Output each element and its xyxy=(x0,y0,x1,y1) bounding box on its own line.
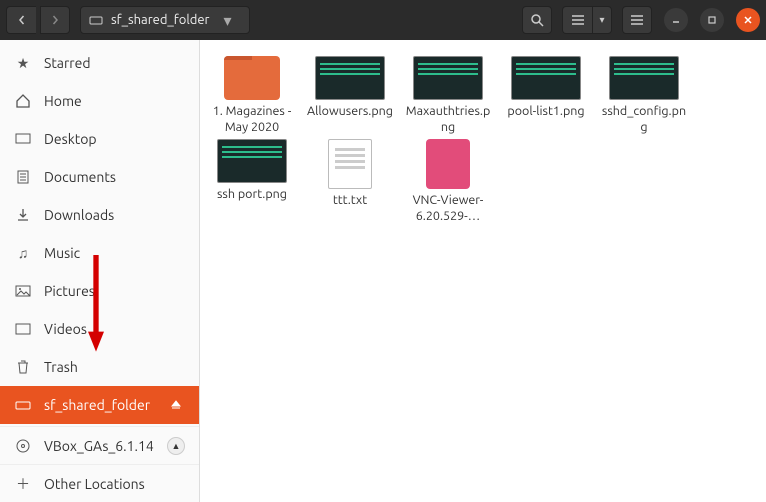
eject-button[interactable] xyxy=(167,396,185,414)
sidebar-item-label: VBox_GAs_6.1.14 xyxy=(44,438,154,454)
file-name: Allowusers.png xyxy=(307,104,393,120)
sidebar-item-trash[interactable]: Trash xyxy=(0,348,199,386)
sidebar-item-downloads[interactable]: Downloads xyxy=(0,196,199,234)
image-thumbnail xyxy=(609,56,679,100)
drive-icon xyxy=(89,14,103,26)
sidebar-item-music[interactable]: ♫ Music xyxy=(0,234,199,272)
menu-button[interactable] xyxy=(622,6,652,34)
video-icon xyxy=(14,323,32,335)
star-icon: ★ xyxy=(14,55,32,72)
close-button[interactable] xyxy=(736,8,760,32)
chevron-right-icon xyxy=(50,15,60,25)
plus-icon: ＋ xyxy=(14,474,32,494)
music-icon: ♫ xyxy=(14,245,32,261)
maximize-icon xyxy=(707,15,717,25)
sidebar-item-label: sf_shared_folder xyxy=(44,397,150,413)
file-item-png[interactable]: sshd_config.png xyxy=(600,56,688,135)
list-icon xyxy=(571,14,585,26)
close-icon xyxy=(743,15,753,25)
sidebar-item-label: Videos xyxy=(44,321,87,337)
sidebar-item-label: Desktop xyxy=(44,131,97,147)
sidebar-item-label: Starred xyxy=(44,55,91,71)
sidebar-item-label: Documents xyxy=(44,169,116,185)
text-file-icon xyxy=(328,139,372,189)
sidebar-item-label: Pictures xyxy=(44,283,95,299)
search-button[interactable] xyxy=(522,6,552,34)
eject-button[interactable]: ▲ xyxy=(167,437,185,455)
file-item-png[interactable]: pool-list1.png xyxy=(502,56,590,135)
file-item-deb[interactable]: VNC-Viewer-6.20.529-… xyxy=(404,139,492,224)
drive-icon xyxy=(14,399,32,411)
forward-button[interactable] xyxy=(40,6,70,34)
path-label: sf_shared_folder xyxy=(111,13,209,27)
file-name: pool-list1.png xyxy=(507,104,584,120)
file-name: 1. Magazines - May 2020 xyxy=(208,104,296,135)
sidebar-item-other-locations[interactable]: ＋ Other Locations xyxy=(0,464,199,502)
sidebar-item-vbox-gas[interactable]: VBox_GAs_6.1.14 ▲ xyxy=(0,426,199,464)
picture-icon xyxy=(14,285,32,297)
titlebar: sf_shared_folder ▾ ▾ xyxy=(0,0,766,40)
sidebar-item-label: Downloads xyxy=(44,207,114,223)
chevron-down-icon: ▾ xyxy=(223,11,231,30)
sidebar-item-label: Other Locations xyxy=(44,476,145,492)
sidebar-item-label: Trash xyxy=(44,359,78,375)
chevron-down-icon: ▾ xyxy=(599,14,604,26)
download-icon xyxy=(14,208,32,222)
minimize-button[interactable] xyxy=(664,8,688,32)
minimize-icon xyxy=(671,15,681,25)
file-view[interactable]: 1. Magazines - May 2020 Allowusers.png M… xyxy=(200,40,766,502)
file-item-folder[interactable]: 1. Magazines - May 2020 xyxy=(208,56,296,135)
file-name: Maxauthtries.png xyxy=(404,104,492,135)
sidebar-item-starred[interactable]: ★ Starred xyxy=(0,44,199,82)
hamburger-icon xyxy=(630,14,644,26)
sidebar-item-pictures[interactable]: Pictures xyxy=(0,272,199,310)
file-item-txt[interactable]: ttt.txt xyxy=(306,139,394,224)
view-options-button[interactable]: ▾ xyxy=(592,6,612,34)
eject-icon xyxy=(171,400,181,410)
chevron-left-icon xyxy=(17,15,27,25)
file-item-png[interactable]: Maxauthtries.png xyxy=(404,56,492,135)
path-bar[interactable]: sf_shared_folder ▾ xyxy=(80,6,250,34)
maximize-button[interactable] xyxy=(700,8,724,32)
image-thumbnail xyxy=(315,56,385,100)
sidebar-item-videos[interactable]: Videos xyxy=(0,310,199,348)
disc-icon xyxy=(14,439,32,453)
sidebar: ★ Starred Home Desktop Documents Downloa… xyxy=(0,40,200,502)
sidebar-item-home[interactable]: Home xyxy=(0,82,199,120)
sidebar-item-label: Home xyxy=(44,93,82,109)
sidebar-item-documents[interactable]: Documents xyxy=(0,158,199,196)
folder-icon xyxy=(224,56,280,100)
file-name: VNC-Viewer-6.20.529-… xyxy=(404,193,492,224)
file-name: ssh port.png xyxy=(217,187,287,203)
desktop-icon xyxy=(14,133,32,145)
file-name: sshd_config.png xyxy=(600,104,688,135)
sidebar-item-sf-shared-folder[interactable]: sf_shared_folder xyxy=(0,386,199,424)
trash-icon xyxy=(14,360,32,374)
image-thumbnail xyxy=(217,139,287,183)
image-thumbnail xyxy=(511,56,581,100)
home-icon xyxy=(14,94,32,108)
document-icon xyxy=(14,170,32,184)
view-mode-group: ▾ xyxy=(562,6,612,34)
sidebar-item-desktop[interactable]: Desktop xyxy=(0,120,199,158)
search-icon xyxy=(530,13,544,27)
file-name: ttt.txt xyxy=(333,193,367,209)
file-item-png[interactable]: Allowusers.png xyxy=(306,56,394,135)
sidebar-item-label: Music xyxy=(44,245,80,261)
file-item-png[interactable]: ssh port.png xyxy=(208,139,296,224)
back-button[interactable] xyxy=(6,6,36,34)
image-thumbnail xyxy=(413,56,483,100)
list-view-button[interactable] xyxy=(562,6,592,34)
package-icon xyxy=(426,139,470,189)
